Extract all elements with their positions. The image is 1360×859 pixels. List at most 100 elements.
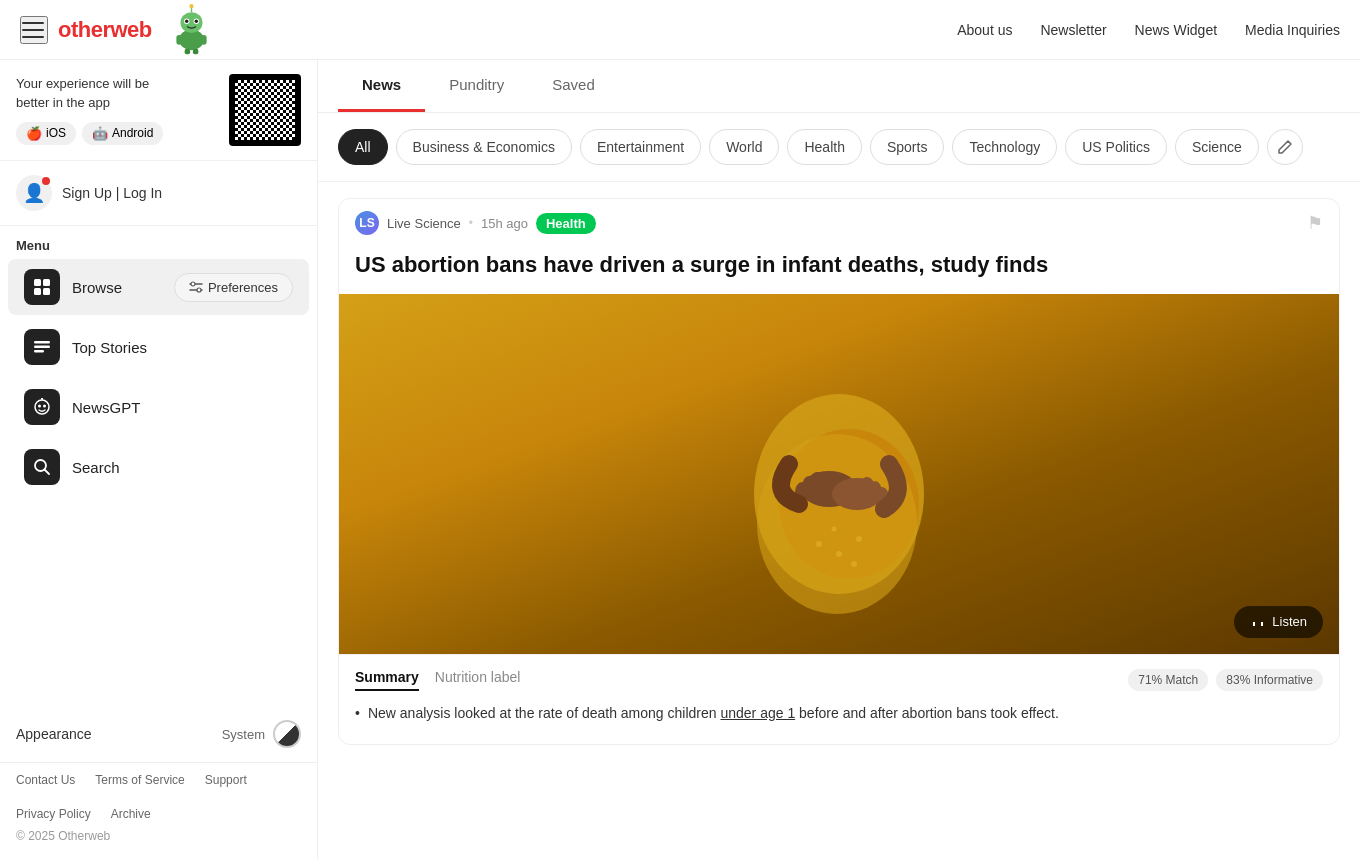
source-icon: LS [355, 211, 379, 235]
android-label: Android [112, 126, 153, 140]
sidebar-item-top-stories[interactable]: Top Stories [8, 319, 309, 375]
privacy-link[interactable]: Privacy Policy [16, 807, 91, 821]
newsletter-link[interactable]: Newsletter [1040, 22, 1106, 38]
tab-punditry[interactable]: Punditry [425, 60, 528, 112]
svg-point-5 [195, 20, 198, 23]
menu-label: Menu [0, 226, 317, 257]
listen-button[interactable]: Listen [1234, 606, 1323, 638]
svg-point-43 [856, 536, 862, 542]
article-image: Listen [339, 294, 1339, 654]
summary-tabs-row: Summary Nutrition label 71% Match 83% In… [355, 669, 1323, 691]
theme-toggle-button[interactable] [273, 720, 301, 748]
sidebar-item-newsgpt[interactable]: NewsGPT [8, 379, 309, 435]
filter-entertainment[interactable]: Entertainment [580, 129, 701, 165]
ios-label: iOS [46, 126, 66, 140]
match-badges: 71% Match 83% Informative [1128, 669, 1323, 691]
svg-point-18 [191, 282, 195, 286]
underlined-text: under age 1 [720, 705, 795, 721]
newsgpt-label: NewsGPT [72, 399, 140, 416]
appearance-row: Appearance System [0, 706, 317, 762]
filter-science[interactable]: Science [1175, 129, 1259, 165]
support-link[interactable]: Support [205, 773, 247, 787]
svg-point-42 [836, 551, 842, 557]
article-title: US abortion bans have driven a surge in … [339, 247, 1339, 294]
svg-rect-21 [34, 346, 50, 349]
match-71-badge: 71% Match [1128, 669, 1208, 691]
top-nav-links: About us Newsletter News Widget Media In… [957, 22, 1340, 38]
android-download-button[interactable]: 🤖 Android [82, 122, 163, 145]
filter-health[interactable]: Health [787, 129, 861, 165]
sidebar-item-browse[interactable]: Browse Preferences [8, 259, 309, 315]
about-us-link[interactable]: About us [957, 22, 1012, 38]
nav-item-newsgpt-left: NewsGPT [24, 389, 140, 425]
headphones-icon [1250, 614, 1266, 630]
svg-point-4 [185, 20, 188, 23]
top-stories-icon [24, 329, 60, 365]
news-widget-link[interactable]: News Widget [1135, 22, 1217, 38]
sidebar-item-search[interactable]: Search [8, 439, 309, 495]
ios-download-button[interactable]: 🍎 iOS [16, 122, 76, 145]
svg-rect-8 [177, 35, 183, 45]
svg-point-41 [816, 541, 822, 547]
search-icon [24, 449, 60, 485]
source-name: Live Science [387, 216, 461, 231]
tab-saved[interactable]: Saved [528, 60, 619, 112]
android-icon: 🤖 [92, 126, 108, 141]
svg-point-1 [181, 12, 203, 33]
article-card[interactable]: LS Live Science • 15h ago Health ⚑ US ab… [338, 198, 1340, 745]
signin-row[interactable]: 👤 Sign Up | Log In [0, 161, 317, 226]
appearance-label: Appearance [16, 726, 92, 742]
media-inquiries-link[interactable]: Media Inquiries [1245, 22, 1340, 38]
svg-point-7 [190, 4, 194, 8]
summary-tab[interactable]: Summary [355, 669, 419, 691]
qr-code [229, 74, 301, 146]
top-nav-left: otherweb [20, 0, 222, 60]
qr-pattern [235, 80, 295, 140]
filter-world[interactable]: World [709, 129, 779, 165]
top-navigation: otherweb [0, 0, 1360, 60]
main-layout: Your experience will be better in the ap… [0, 60, 1360, 859]
main-tabs: News Punditry Saved [318, 60, 1360, 113]
notification-dot [42, 177, 50, 185]
newsgpt-icon [24, 389, 60, 425]
filter-us-politics[interactable]: US Politics [1065, 129, 1167, 165]
time-ago: 15h ago [481, 216, 528, 231]
svg-rect-14 [34, 288, 41, 295]
logo[interactable]: otherweb [58, 17, 152, 43]
nav-item-top-stories-left: Top Stories [24, 329, 147, 365]
svg-line-29 [45, 470, 50, 475]
nav-item-browse-left: Browse [24, 269, 122, 305]
nutrition-tab[interactable]: Nutrition label [435, 669, 521, 691]
top-stories-label: Top Stories [72, 339, 147, 356]
app-download-buttons: 🍎 iOS 🤖 Android [16, 122, 176, 145]
article-image-bg [339, 294, 1339, 654]
edit-filters-button[interactable] [1267, 129, 1303, 165]
flag-button[interactable]: ⚑ [1307, 212, 1323, 234]
filter-technology[interactable]: Technology [952, 129, 1057, 165]
filter-business[interactable]: Business & Economics [396, 129, 572, 165]
summary-tabs-left: Summary Nutrition label [355, 669, 520, 691]
footer-links: Contact Us Terms of Service Support Priv… [16, 773, 301, 821]
appearance-controls: System [222, 720, 301, 748]
preferences-button[interactable]: Preferences [174, 273, 293, 302]
category-badge: Health [536, 213, 596, 234]
terms-link[interactable]: Terms of Service [95, 773, 184, 787]
search-label: Search [72, 459, 120, 476]
archive-link[interactable]: Archive [111, 807, 151, 821]
tab-news[interactable]: News [338, 60, 425, 112]
filter-sports[interactable]: Sports [870, 129, 944, 165]
filter-all[interactable]: All [338, 129, 388, 165]
app-promo-banner: Your experience will be better in the ap… [0, 60, 317, 161]
article-meta: LS Live Science • 15h ago Health ⚑ [339, 199, 1339, 247]
contact-us-link[interactable]: Contact Us [16, 773, 75, 787]
listen-label: Listen [1272, 614, 1307, 629]
app-promo-text: Your experience will be better in the ap… [16, 75, 176, 111]
summary-bullets: New analysis looked at the rate of death… [355, 703, 1323, 724]
svg-rect-15 [43, 288, 50, 295]
menu-hamburger-button[interactable] [20, 16, 48, 44]
copyright: © 2025 Otherweb [16, 829, 301, 843]
svg-point-25 [43, 405, 46, 408]
svg-point-19 [197, 288, 201, 292]
signin-text[interactable]: Sign Up | Log In [62, 185, 162, 201]
user-icon: 👤 [23, 182, 45, 204]
